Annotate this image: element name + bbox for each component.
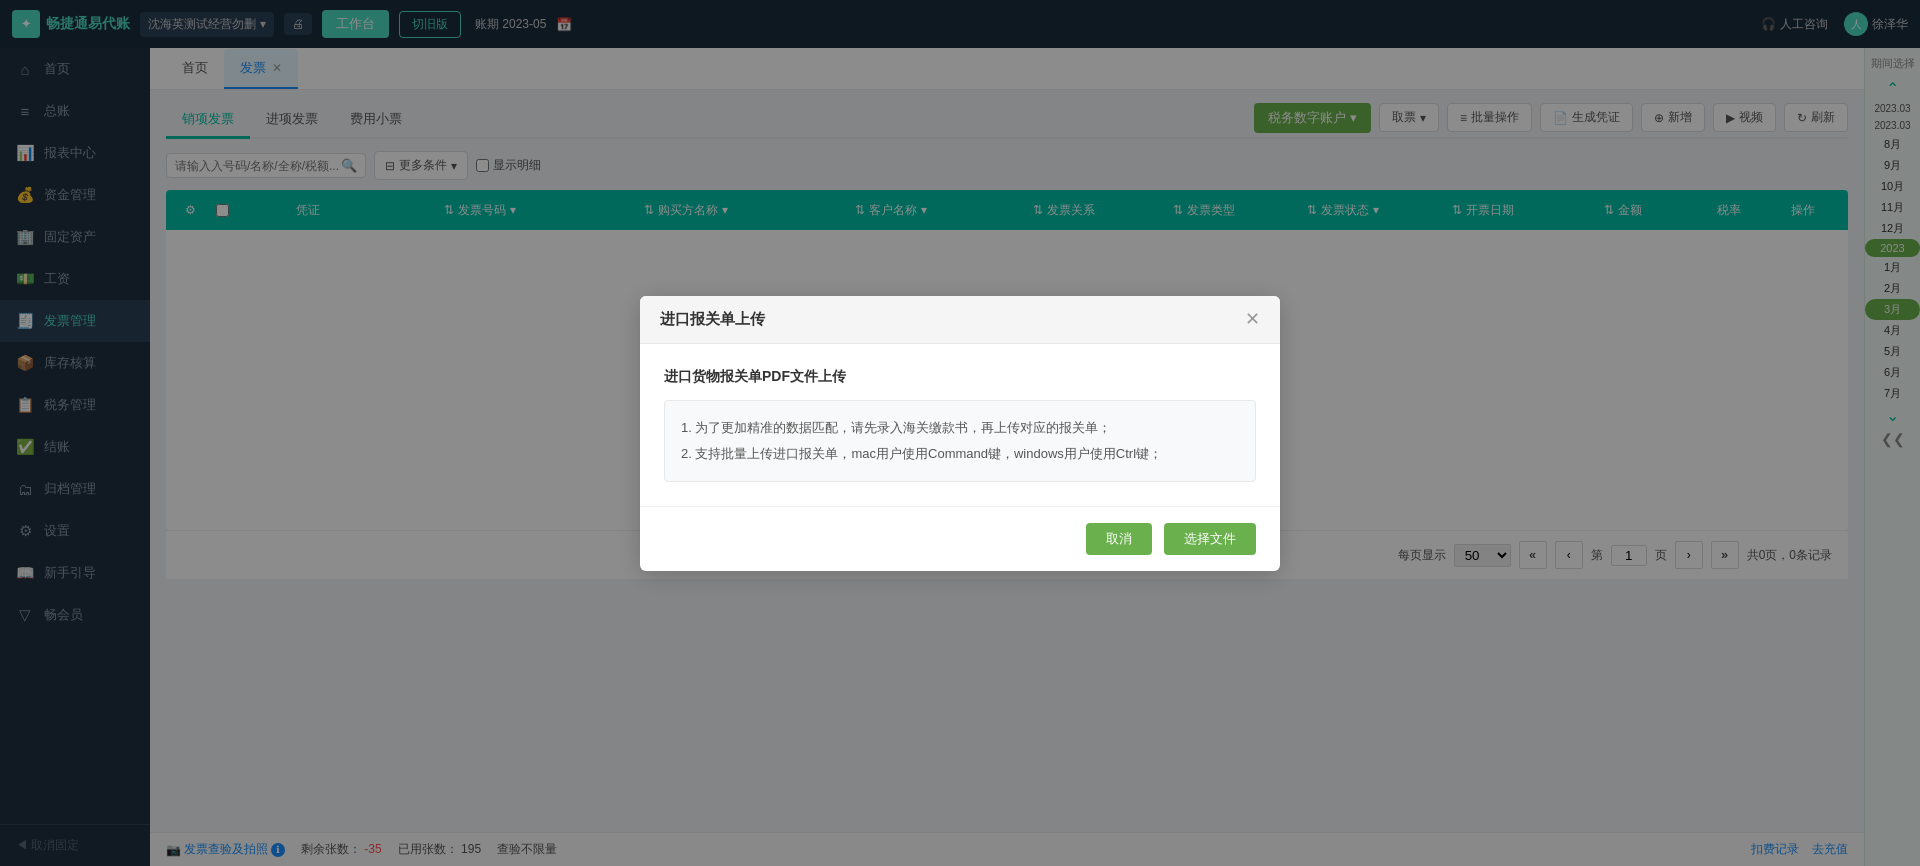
modal-overlay[interactable]: 进口报关单上传 ✕ 进口货物报关单PDF文件上传 1. 为了更加精准的数据匹配，… xyxy=(0,0,1920,866)
modal-section-title: 进口货物报关单PDF文件上传 xyxy=(664,368,1256,386)
modal-info-item-1: 2. 支持批量上传进口报关单，mac用户使用Command键，windows用户… xyxy=(681,441,1239,467)
modal-footer: 取消 选择文件 xyxy=(640,506,1280,571)
modal-cancel-btn[interactable]: 取消 xyxy=(1086,523,1152,555)
modal-dialog: 进口报关单上传 ✕ 进口货物报关单PDF文件上传 1. 为了更加精准的数据匹配，… xyxy=(640,296,1280,571)
modal-close-btn[interactable]: ✕ xyxy=(1245,310,1260,328)
modal-info-box: 1. 为了更加精准的数据匹配，请先录入海关缴款书，再上传对应的报关单； 2. 支… xyxy=(664,400,1256,482)
modal-body: 进口货物报关单PDF文件上传 1. 为了更加精准的数据匹配，请先录入海关缴款书，… xyxy=(640,344,1280,506)
modal-title: 进口报关单上传 xyxy=(660,310,765,329)
modal-select-file-btn[interactable]: 选择文件 xyxy=(1164,523,1256,555)
modal-header: 进口报关单上传 ✕ xyxy=(640,296,1280,344)
modal-info-item-0: 1. 为了更加精准的数据匹配，请先录入海关缴款书，再上传对应的报关单； xyxy=(681,415,1239,441)
